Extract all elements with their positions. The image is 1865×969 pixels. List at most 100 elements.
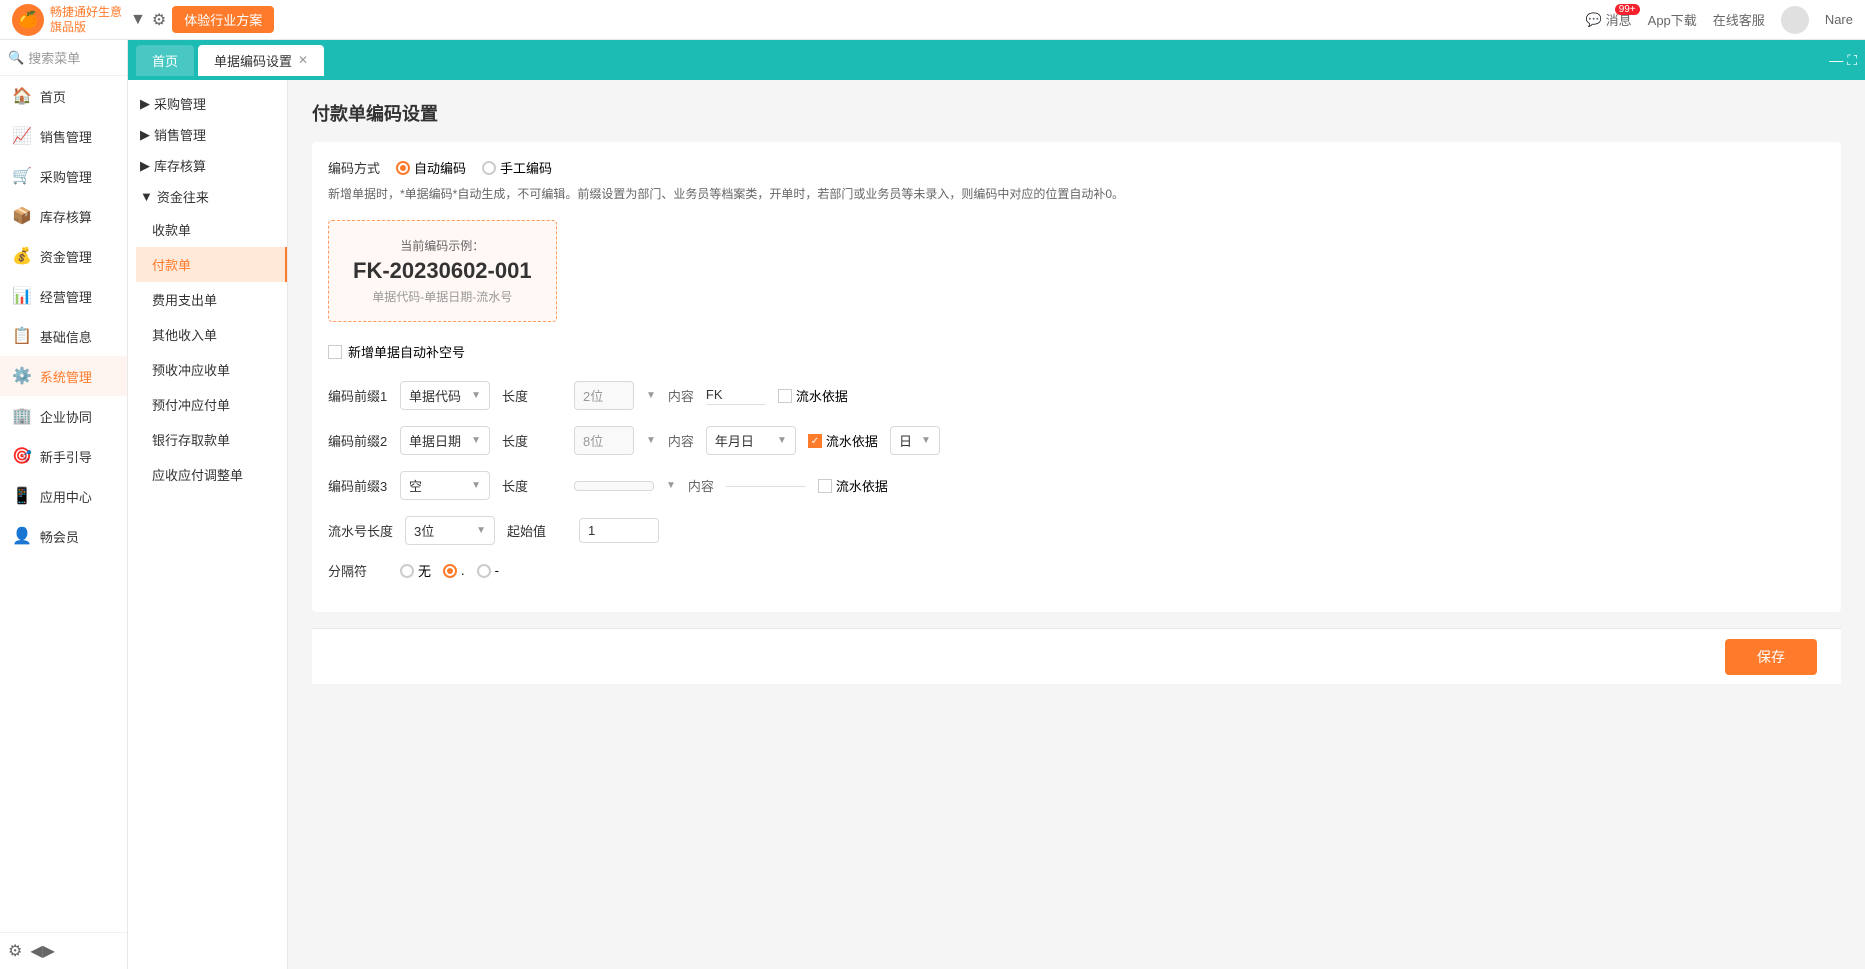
sidebar-item-inventory[interactable]: 📦 库存核算 [0,196,127,236]
auto-code-radio[interactable]: 自动编码 [396,158,466,177]
app-download[interactable]: App下载 [1648,10,1697,29]
separator-dash-radio[interactable]: - [477,563,499,578]
purchase-icon: 🛒 [12,166,32,186]
sub-nav-item-bank[interactable]: 银行存取款单 [136,422,287,457]
collapse-btn[interactable]: ◀▶ [30,941,55,961]
serial-start-input[interactable]: 1 [579,518,659,543]
sidebar-item-enterprise[interactable]: 🏢 企业协同 [0,396,127,436]
tab-bar-actions: — ⛶ [1829,52,1857,69]
content-area: 首页 单据编码设置 ✕ — ⛶ ▶ 采购管理 ▶ 销售管理 [128,40,1865,969]
prefix2-chevron-icon: ▼ [471,435,481,446]
settings-btn[interactable]: ⚙ [152,10,166,30]
sidebar-item-member[interactable]: 👤 畅会员 [0,516,127,556]
sub-nav-item-payment[interactable]: 付款单 [136,247,287,282]
page-content: 付款单编码设置 编码方式 自动编码 手工编码 [288,80,1865,969]
prefix1-chevron-icon: ▼ [471,390,481,401]
online-service[interactable]: 在线客服 [1713,10,1765,29]
sub-nav-children-capital: 收款单 付款单 费用支出单 其他收入单 预收冲应收单 预付冲 [128,212,287,492]
tab-maximize-btn[interactable]: ⛶ [1847,52,1857,69]
sidebar-bottom: ⚙ ◀▶ [0,932,127,969]
prefix1-content-label: 内容 [668,386,694,405]
sidebar-item-finance[interactable]: 💰 资金管理 [0,236,127,276]
operation-icon: 📊 [12,286,32,306]
preview-desc: 单据代码-单据日期-流水号 [353,288,532,305]
prefix3-serial-checkbox[interactable] [818,479,832,493]
sidebar-search[interactable]: 🔍 搜索菜单 [0,40,127,76]
separator-dash-dot [477,564,491,578]
manual-code-radio[interactable]: 手工编码 [482,158,552,177]
auto-fill-label: 新增单据自动补空号 [348,342,465,361]
enterprise-icon: 🏢 [12,406,32,426]
sub-nav-group-sales[interactable]: ▶ 销售管理 [128,119,287,150]
sub-nav-item-prepay-receive[interactable]: 预收冲应收单 [136,352,287,387]
sub-nav-item-ar-ap-adjust[interactable]: 应收应付调整单 [136,457,287,492]
page-title: 付款单编码设置 [312,100,1841,126]
sub-nav-item-prepay-pay[interactable]: 预付冲应付单 [136,387,287,422]
prefix1-length-chevron: ▼ [646,390,656,401]
user-avatar[interactable] [1781,6,1809,34]
prefix2-length-input: 8位 [574,426,634,455]
separator-none-radio[interactable]: 无 [400,561,431,580]
sales-icon: 📈 [12,126,32,146]
tab-close-icon[interactable]: ✕ [298,53,308,67]
prefix2-serial-checkbox[interactable]: ✓ [808,434,822,448]
member-icon: 👤 [12,526,32,546]
sidebar-item-basic[interactable]: 📋 基础信息 [0,316,127,356]
tab-encoding[interactable]: 单据编码设置 ✕ [198,45,324,76]
prefix2-day-select[interactable]: 日 ▼ [890,426,940,455]
serial-length-select[interactable]: 3位 ▼ [405,516,495,545]
prefix1-serial-checkbox[interactable] [778,389,792,403]
prefix3-length-chevron: ▼ [666,480,676,491]
top-bar-right: 💬 消息 99+ App下载 在线客服 Nare [1585,6,1853,34]
prefix2-content-label: 内容 [668,431,694,450]
save-button[interactable]: 保存 [1725,639,1817,675]
basic-icon: 📋 [12,326,32,346]
sidebar-item-operation[interactable]: 📊 经营管理 [0,276,127,316]
auto-code-radio-dot [396,161,410,175]
sidebar-item-system[interactable]: ⚙️ 系统管理 [0,356,127,396]
prefix1-label: 编码前缀1 [328,386,388,405]
message-badge[interactable]: 💬 消息 99+ [1585,10,1631,29]
sidebar-item-purchase[interactable]: 🛒 采购管理 [0,156,127,196]
sub-nav-group-purchase[interactable]: ▶ 采购管理 [128,88,287,119]
sub-nav-item-expense[interactable]: 费用支出单 [136,282,287,317]
separator-row: 分隔符 无 . - [328,561,1825,580]
prefix2-serial-check: ✓ 流水依据 [808,431,878,450]
prefix3-content-value [726,484,806,487]
prefix2-label: 编码前缀2 [328,431,388,450]
prefix2-row: 编码前缀2 单据日期 ▼ 长度 8位 ▼ 内容 年月日 ▼ [328,426,1825,455]
sub-nav-group-inventory[interactable]: ▶ 库存核算 [128,150,287,181]
settings-bottom-btn[interactable]: ⚙ [8,941,22,961]
separator-dot-radio[interactable]: . [443,563,465,578]
prefix1-select[interactable]: 单据代码 ▼ [400,381,490,410]
sub-nav-group-capital[interactable]: ▼ 资金往来 [128,181,287,212]
auto-fill-checkbox[interactable] [328,345,342,359]
tab-bar: 首页 单据编码设置 ✕ — ⛶ [128,40,1865,80]
prefix2-select[interactable]: 单据日期 ▼ [400,426,490,455]
trial-button[interactable]: 体验行业方案 [172,6,274,33]
dropdown-btn[interactable]: ▼ [130,11,146,29]
tab-home[interactable]: 首页 [136,45,194,76]
finance-icon: 💰 [12,246,32,266]
sidebar-item-sales[interactable]: 📈 销售管理 [0,116,127,156]
info-text: 新增单据时，*单据编码*自动生成，不可编辑。前缀设置为部门、业务员等档案类，开单… [328,185,1825,204]
sub-nav-item-receipt[interactable]: 收款单 [136,212,287,247]
separator-none-dot [400,564,414,578]
sidebar-item-home[interactable]: 🏠 首页 [0,76,127,116]
sub-nav-item-other-income[interactable]: 其他收入单 [136,317,287,352]
prefix1-serial-check: 流水依据 [778,386,848,405]
prefix2-content-select[interactable]: 年月日 ▼ [706,426,796,455]
auto-fill-row: 新增单据自动补空号 [328,342,1825,361]
message-count: 99+ [1615,4,1640,15]
encoding-radio-group: 自动编码 手工编码 [396,158,552,177]
sidebar-item-apps[interactable]: 📱 应用中心 [0,476,127,516]
prefix3-select[interactable]: 空 ▼ [400,471,490,500]
prefix3-label: 编码前缀3 [328,476,388,495]
prefix3-chevron-icon: ▼ [471,480,481,491]
encoding-method-label: 编码方式 [328,158,380,177]
tab-minimize-btn[interactable]: — [1829,52,1843,69]
serial-row: 流水号长度 3位 ▼ 起始值 1 [328,516,1825,545]
encoding-section: 编码方式 自动编码 手工编码 [312,142,1841,612]
sidebar-item-guide[interactable]: 🎯 新手引导 [0,436,127,476]
arrow-right-icon: ▶ [140,158,150,174]
